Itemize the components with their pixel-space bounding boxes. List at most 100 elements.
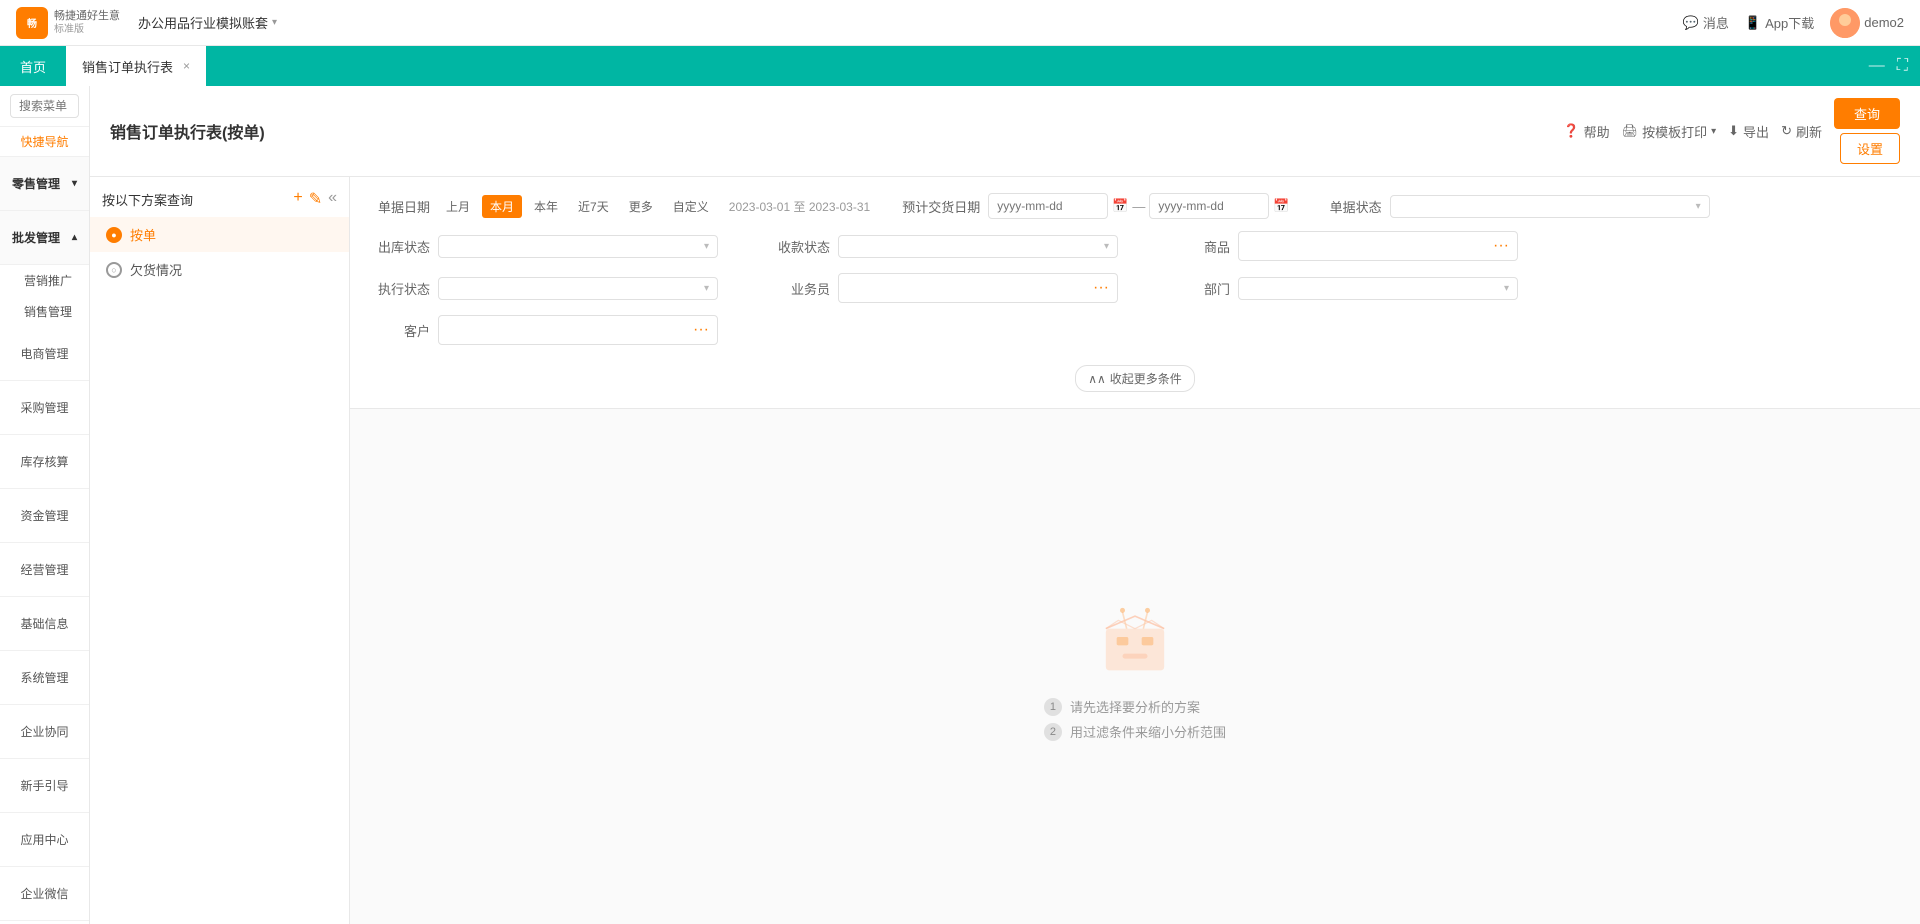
export-button[interactable]: ⬇ 导出 <box>1728 122 1769 141</box>
filter-left-actions: + ✎ « <box>293 189 337 209</box>
delivery-date-from[interactable] <box>988 193 1108 219</box>
maximize-icon[interactable]: ⛶ <box>1893 53 1912 79</box>
empty-tip-1: 1 请先选择要分析的方案 <box>1044 697 1226 716</box>
sidebar-item-ecommerce[interactable]: 电商管理 <box>0 327 89 381</box>
filter-item-date: 单据日期 上月 本月 本年 近7天 更多 自定义 <box>370 195 717 218</box>
execution-status-label: 执行状态 <box>370 279 430 298</box>
company-select[interactable]: 办公用品行业模拟账套 ▾ <box>130 9 285 36</box>
date-label: 单据日期 <box>370 197 430 216</box>
logo-area: 畅 畅捷通好生意 标准版 <box>16 7 120 39</box>
minimize-icon[interactable]: — <box>1865 53 1889 79</box>
filter-left-panel: 按以下方案查询 + ✎ « ● 按单 ○ <box>90 177 350 924</box>
scheme-debt-item[interactable]: ○ 欠货情况 <box>90 252 349 287</box>
execution-status-arrow-icon: ▾ <box>704 283 709 294</box>
main-layout: 快捷导航 零售管理 ▾ 批发管理 ▴ 营销推广 销售管理 电商管理 采购管理 库… <box>0 86 1920 924</box>
sidebar: 快捷导航 零售管理 ▾ 批发管理 ▴ 营销推广 销售管理 电商管理 采购管理 库… <box>0 86 90 924</box>
tab-home[interactable]: 首页 <box>0 46 66 86</box>
chevron-down-icon: ▾ <box>1711 126 1716 137</box>
message-button[interactable]: 💬 消息 <box>1683 13 1729 32</box>
sidebar-item-marketing[interactable]: 营销推广 <box>0 265 89 296</box>
customer-select[interactable]: ··· <box>438 315 718 345</box>
app-download-button[interactable]: 📱 App下载 <box>1745 13 1814 32</box>
calendar-from-icon[interactable]: 📅 <box>1112 198 1128 214</box>
page-title: 销售订单执行表(按单) <box>110 119 265 143</box>
template-print-button[interactable]: 🖨 按模板打印 ▾ <box>1622 122 1717 141</box>
sidebar-item-wholesale[interactable]: 批发管理 ▴ <box>0 211 89 265</box>
quick-nav[interactable]: 快捷导航 <box>0 127 89 157</box>
top-bar-left: 畅 畅捷通好生意 标准版 办公用品行业模拟账套 ▾ <box>16 7 285 39</box>
filter-row-1: 单据日期 上月 本月 本年 近7天 更多 自定义 2023-03-0 <box>370 193 1900 219</box>
wholesale-submenu: 营销推广 销售管理 <box>0 265 89 327</box>
sidebar-item-operation[interactable]: 经营管理 <box>0 543 89 597</box>
page-header: 销售订单执行表(按单) ❓ 帮助 🖨 按模板打印 ▾ ⬇ 导出 ↻ 刷新 <box>90 86 1920 177</box>
sidebar-item-system[interactable]: 系统管理 <box>0 651 89 705</box>
date-tab-more[interactable]: 更多 <box>621 195 661 218</box>
product-select[interactable]: ··· <box>1238 231 1518 261</box>
sidebar-item-inventory[interactable]: 库存核算 <box>0 435 89 489</box>
tab-bar-actions: — ⛶ <box>1865 53 1920 79</box>
svg-text:畅: 畅 <box>27 17 37 30</box>
sidebar-item-wechat[interactable]: 企业微信 <box>0 867 89 921</box>
filter-item-order-status: 单据状态 ▾ <box>1322 195 1710 218</box>
collapse-panel-icon[interactable]: « <box>328 189 337 209</box>
department-arrow-icon: ▾ <box>1504 283 1509 294</box>
order-status-label: 单据状态 <box>1322 197 1382 216</box>
sidebar-item-finance[interactable]: 资金管理 <box>0 489 89 543</box>
logo-icon: 畅 <box>16 7 48 39</box>
user-profile[interactable]: demo2 <box>1830 8 1904 38</box>
sidebar-item-sales[interactable]: 销售管理 <box>0 296 89 327</box>
refresh-button[interactable]: ↻ 刷新 <box>1781 122 1822 141</box>
calendar-to-icon[interactable]: 📅 <box>1273 198 1289 214</box>
date-tab-7days[interactable]: 近7天 <box>570 195 617 218</box>
filter-item-execution-status: 执行状态 ▾ <box>370 277 718 300</box>
sidebar-item-enterprise[interactable]: 企业协同 <box>0 705 89 759</box>
delivery-date-label: 预计交货日期 <box>902 197 980 216</box>
salesperson-dots-icon[interactable]: ··· <box>1093 279 1109 297</box>
avatar <box>1830 8 1860 38</box>
chevron-down-icon: ▾ <box>272 17 277 28</box>
empty-illustration <box>1085 592 1185 685</box>
delivery-status-select[interactable]: ▾ <box>438 235 718 258</box>
date-tab-custom[interactable]: 自定义 <box>665 195 717 218</box>
tip-num-2: 2 <box>1044 723 1062 741</box>
empty-state: 1 请先选择要分析的方案 2 用过滤条件来缩小分析范围 <box>350 409 1920 924</box>
sidebar-item-retail[interactable]: 零售管理 ▾ <box>0 157 89 211</box>
tip-num-1: 1 <box>1044 698 1062 716</box>
filter-item-delivery-status: 出库状态 ▾ <box>370 235 718 258</box>
query-button[interactable]: 查询 <box>1834 98 1900 129</box>
salesperson-select[interactable]: ··· <box>838 273 1118 303</box>
edit-scheme-icon[interactable]: ✎ <box>309 189 322 209</box>
filter-item-customer: 客户 ··· <box>370 315 718 345</box>
date-tab-thisyear[interactable]: 本年 <box>526 195 566 218</box>
search-input[interactable] <box>10 94 79 118</box>
sidebar-item-guide[interactable]: 新手引导 <box>0 759 89 813</box>
collapse-button[interactable]: ∧∧ 收起更多条件 <box>1075 365 1195 392</box>
tab-sales-order[interactable]: 销售订单执行表 × <box>66 46 206 86</box>
payment-status-arrow-icon: ▾ <box>1104 241 1109 252</box>
execution-status-select[interactable]: ▾ <box>438 277 718 300</box>
sidebar-item-basic[interactable]: 基础信息 <box>0 597 89 651</box>
help-button[interactable]: ❓ 帮助 <box>1563 122 1609 141</box>
customer-label: 客户 <box>370 321 430 340</box>
order-status-select[interactable]: ▾ <box>1390 195 1710 218</box>
customer-dots-icon[interactable]: ··· <box>693 321 709 339</box>
date-tab-thismonth[interactable]: 本月 <box>482 195 522 218</box>
scheme-order-item[interactable]: ● 按单 <box>90 217 349 252</box>
payment-status-select[interactable]: ▾ <box>838 235 1118 258</box>
filter-item-product: 商品 ··· <box>1170 231 1518 261</box>
date-tab-lastmonth[interactable]: 上月 <box>438 195 478 218</box>
delivery-date-to[interactable] <box>1149 193 1269 219</box>
tab-close-icon[interactable]: × <box>183 59 190 73</box>
product-dots-icon[interactable]: ··· <box>1493 237 1509 255</box>
set-button[interactable]: 设置 <box>1840 133 1900 164</box>
filter-section: 按以下方案查询 + ✎ « ● 按单 ○ <box>90 177 1920 924</box>
print-icon: 🖨 <box>1622 123 1639 139</box>
filter-item-date-range: 2023-03-01 至 2023-03-31 <box>729 198 870 215</box>
top-bar: 畅 畅捷通好生意 标准版 办公用品行业模拟账套 ▾ 💬 消息 📱 App下载 <box>0 0 1920 46</box>
sidebar-item-appstore[interactable]: 应用中心 <box>0 813 89 867</box>
add-scheme-icon[interactable]: + <box>293 189 302 209</box>
product-label: 商品 <box>1170 237 1230 256</box>
department-select[interactable]: ▾ <box>1238 277 1518 300</box>
sidebar-item-purchase[interactable]: 采购管理 <box>0 381 89 435</box>
sidebar-search <box>0 86 89 127</box>
